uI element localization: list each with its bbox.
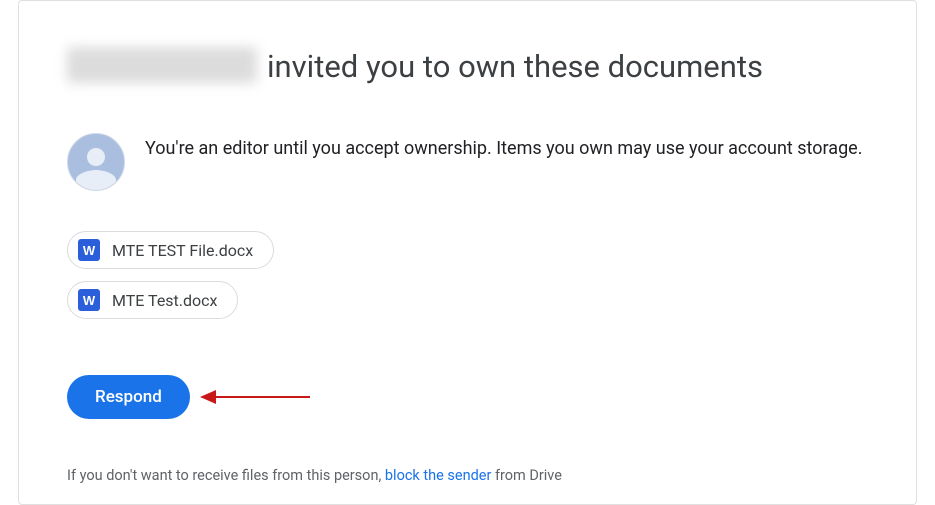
info-row: You're an editor until you accept owners… [67, 133, 868, 191]
title-row: invited you to own these documents [67, 41, 868, 85]
block-sender-link[interactable]: block the sender [385, 467, 491, 484]
word-doc-icon: W [78, 289, 100, 311]
file-list: W MTE TEST File.docx W MTE Test.docx [67, 231, 868, 319]
file-name: MTE TEST File.docx [112, 241, 253, 260]
file-name: MTE Test.docx [112, 291, 217, 310]
footer-suffix: from Drive [491, 467, 562, 484]
annotation-arrow [200, 396, 310, 398]
person-icon [72, 142, 120, 190]
file-chip[interactable]: W MTE Test.docx [67, 281, 238, 319]
footer-text: If you don't want to receive files from … [67, 467, 868, 484]
file-chip[interactable]: W MTE TEST File.docx [67, 231, 274, 269]
sender-name-redacted [67, 47, 257, 83]
word-doc-icon: W [78, 239, 100, 261]
info-text: You're an editor until you accept owners… [145, 133, 862, 164]
footer-prefix: If you don't want to receive files from … [67, 467, 385, 484]
respond-button[interactable]: Respond [67, 375, 190, 419]
title-suffix: invited you to own these documents [267, 48, 763, 85]
email-card: invited you to own these documents You'r… [18, 0, 917, 505]
avatar [67, 133, 125, 191]
action-row: Respond [67, 375, 868, 419]
